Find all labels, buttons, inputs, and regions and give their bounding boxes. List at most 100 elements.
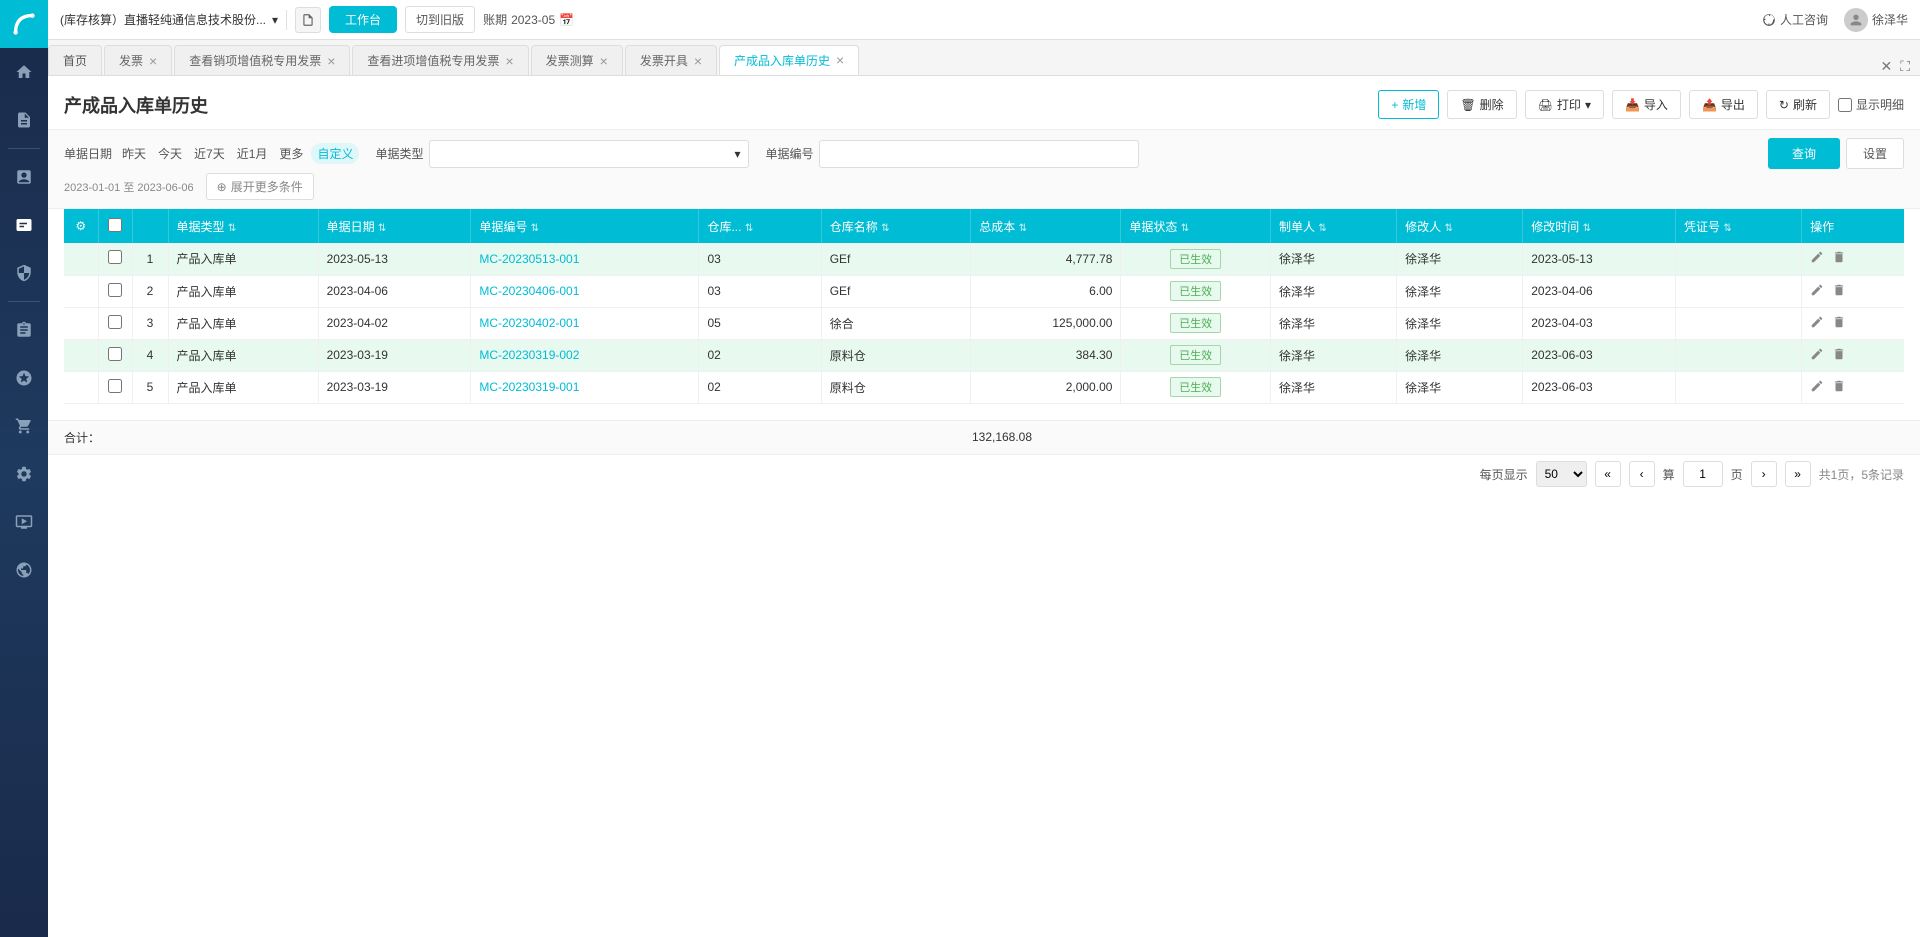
td-doc-number-0[interactable]: MC-20230513-001 [471,243,699,275]
tab-product-history[interactable]: 产成品入库单历史 × [719,45,859,75]
tab-invoice-calc-close[interactable]: × [600,54,608,68]
close-all-tabs-btn[interactable]: ✕ [1880,58,1892,75]
edit-action-icon-3[interactable] [1810,347,1824,364]
table-row: 5 产品入库单 2023-03-19 MC-20230319-001 02 原料… [64,371,1904,403]
shortcut-yesterday[interactable]: 昨天 [118,143,150,164]
shortcut-more[interactable]: 更多 [275,143,307,164]
doc-type-select[interactable]: ▾ [429,140,749,168]
per-page-select[interactable]: 50 20 100 [1536,461,1587,487]
th-creator[interactable]: 制单人 ⇅ [1270,209,1396,243]
tab-invoice-issue-close[interactable]: × [694,54,702,68]
th-settings[interactable]: ⚙ [64,209,98,243]
last-page-btn[interactable]: » [1785,461,1811,487]
sidebar-item-reports[interactable] [0,354,48,402]
th-doc-number[interactable]: 单据编号 ⇅ [471,209,699,243]
tab-invoice[interactable]: 发票 × [104,45,172,75]
th-total-cost[interactable]: 总成本 ⇅ [971,209,1121,243]
tab-invoice-calc[interactable]: 发票测算 × [531,45,623,75]
th-voucher[interactable]: 凭证号 ⇅ [1675,209,1801,243]
row-checkbox-2[interactable] [108,315,122,329]
tab-invoice-issue[interactable]: 发票开具 × [625,45,717,75]
select-all-checkbox[interactable] [108,218,122,232]
new-button[interactable]: + 新增 [1378,90,1439,119]
expand-conditions-btn[interactable]: ⊕ 展开更多条件 [206,173,314,200]
sidebar-item-inventory[interactable] [0,201,48,249]
page-number-input[interactable] [1683,461,1723,487]
refresh-button[interactable]: ↻ 刷新 [1766,90,1830,119]
column-settings-icon[interactable]: ⚙ [75,219,86,233]
delete-action-icon-2[interactable] [1832,315,1846,332]
tab-home[interactable]: 首页 [48,45,102,75]
row-checkbox-0[interactable] [108,250,122,264]
sidebar-item-purchases[interactable] [0,402,48,450]
export-button[interactable]: 📤 导出 [1689,90,1758,119]
tab-sales-vat-close[interactable]: × [327,54,335,68]
document-icon-btn[interactable] [295,7,321,33]
doc-number-link-0[interactable]: MC-20230513-001 [479,252,579,266]
sidebar-item-media[interactable] [0,498,48,546]
sidebar-item-docs[interactable] [0,96,48,144]
delete-action-icon-3[interactable] [1832,347,1846,364]
print-button[interactable]: 🖨 打印 ▾ [1525,90,1604,119]
td-doc-number-2[interactable]: MC-20230402-001 [471,307,699,339]
edit-action-icon-2[interactable] [1810,315,1824,332]
th-doc-date[interactable]: 单据日期 ⇅ [318,209,471,243]
row-checkbox-4[interactable] [108,379,122,393]
company-selector[interactable]: (库存核算）直播轻纯通信息技术股份... ▾ [60,11,278,28]
prev-page-btn[interactable]: ‹ [1629,461,1655,487]
tab-product-history-close[interactable]: × [836,53,844,67]
company-dropdown-icon[interactable]: ▾ [272,13,278,27]
doc-number-link-1[interactable]: MC-20230406-001 [479,284,579,298]
delete-action-icon-1[interactable] [1832,283,1846,300]
edit-action-icon-4[interactable] [1810,379,1824,396]
shortcut-1month[interactable]: 近1月 [233,143,272,164]
row-checkbox-3[interactable] [108,347,122,361]
switch-version-button[interactable]: 切到旧版 [405,6,475,33]
set-button[interactable]: 设置 [1846,138,1904,169]
tab-invoice-close[interactable]: × [149,54,157,68]
new-icon: + [1391,98,1398,112]
shortcut-custom[interactable]: 自定义 [311,143,359,164]
th-doc-status[interactable]: 单据状态 ⇅ [1121,209,1271,243]
doc-number-input[interactable] [819,140,1139,168]
delete-action-icon-0[interactable] [1832,250,1846,267]
th-warehouse-name[interactable]: 仓库名称 ⇅ [821,209,971,243]
delete-button[interactable]: 🗑 删除 [1447,90,1516,119]
import-button[interactable]: 📥 导入 [1612,90,1681,119]
row-checkbox-1[interactable] [108,283,122,297]
user-service-btn[interactable]: 人工咨询 [1762,11,1828,28]
delete-action-icon-4[interactable] [1832,379,1846,396]
th-doc-type[interactable]: 单据类型 ⇅ [168,209,318,243]
query-button[interactable]: 查询 [1768,138,1840,169]
th-modify-time[interactable]: 修改时间 ⇅ [1523,209,1676,243]
sidebar-item-analytics[interactable] [0,153,48,201]
workbench-button[interactable]: 工作台 [329,6,397,33]
maximize-btn[interactable]: ⛶ [1900,58,1910,75]
tab-purchase-vat[interactable]: 查看进项增值税专用发票 × [352,45,528,75]
td-doc-number-3[interactable]: MC-20230319-002 [471,339,699,371]
sidebar-item-home[interactable] [0,48,48,96]
th-modifier[interactable]: 修改人 ⇅ [1397,209,1523,243]
user-name-btn[interactable]: 徐泽华 [1844,8,1908,32]
doc-number-link-3[interactable]: MC-20230319-002 [479,348,579,362]
td-doc-number-4[interactable]: MC-20230319-001 [471,371,699,403]
shortcut-today[interactable]: 今天 [154,143,186,164]
sidebar-item-tasks[interactable] [0,306,48,354]
th-warehouse-code[interactable]: 仓库... ⇅ [699,209,821,243]
edit-action-icon-1[interactable] [1810,283,1824,300]
shortcut-7days[interactable]: 近7天 [190,143,229,164]
show-detail-checkbox[interactable] [1838,98,1852,112]
sidebar-item-security[interactable] [0,249,48,297]
calendar-icon[interactable]: 📅 [559,13,574,27]
td-doc-number-1[interactable]: MC-20230406-001 [471,275,699,307]
tab-sales-vat[interactable]: 查看销项增值税专用发票 × [174,45,350,75]
next-page-btn[interactable]: › [1751,461,1777,487]
sidebar-item-settings[interactable] [0,450,48,498]
first-page-btn[interactable]: « [1595,461,1621,487]
edit-action-icon-0[interactable] [1810,250,1824,267]
doc-number-link-4[interactable]: MC-20230319-001 [479,380,579,394]
td-warehouse-code-1: 03 [699,275,821,307]
sidebar-item-version[interactable] [0,546,48,594]
tab-purchase-vat-close[interactable]: × [505,54,513,68]
doc-number-link-2[interactable]: MC-20230402-001 [479,316,579,330]
